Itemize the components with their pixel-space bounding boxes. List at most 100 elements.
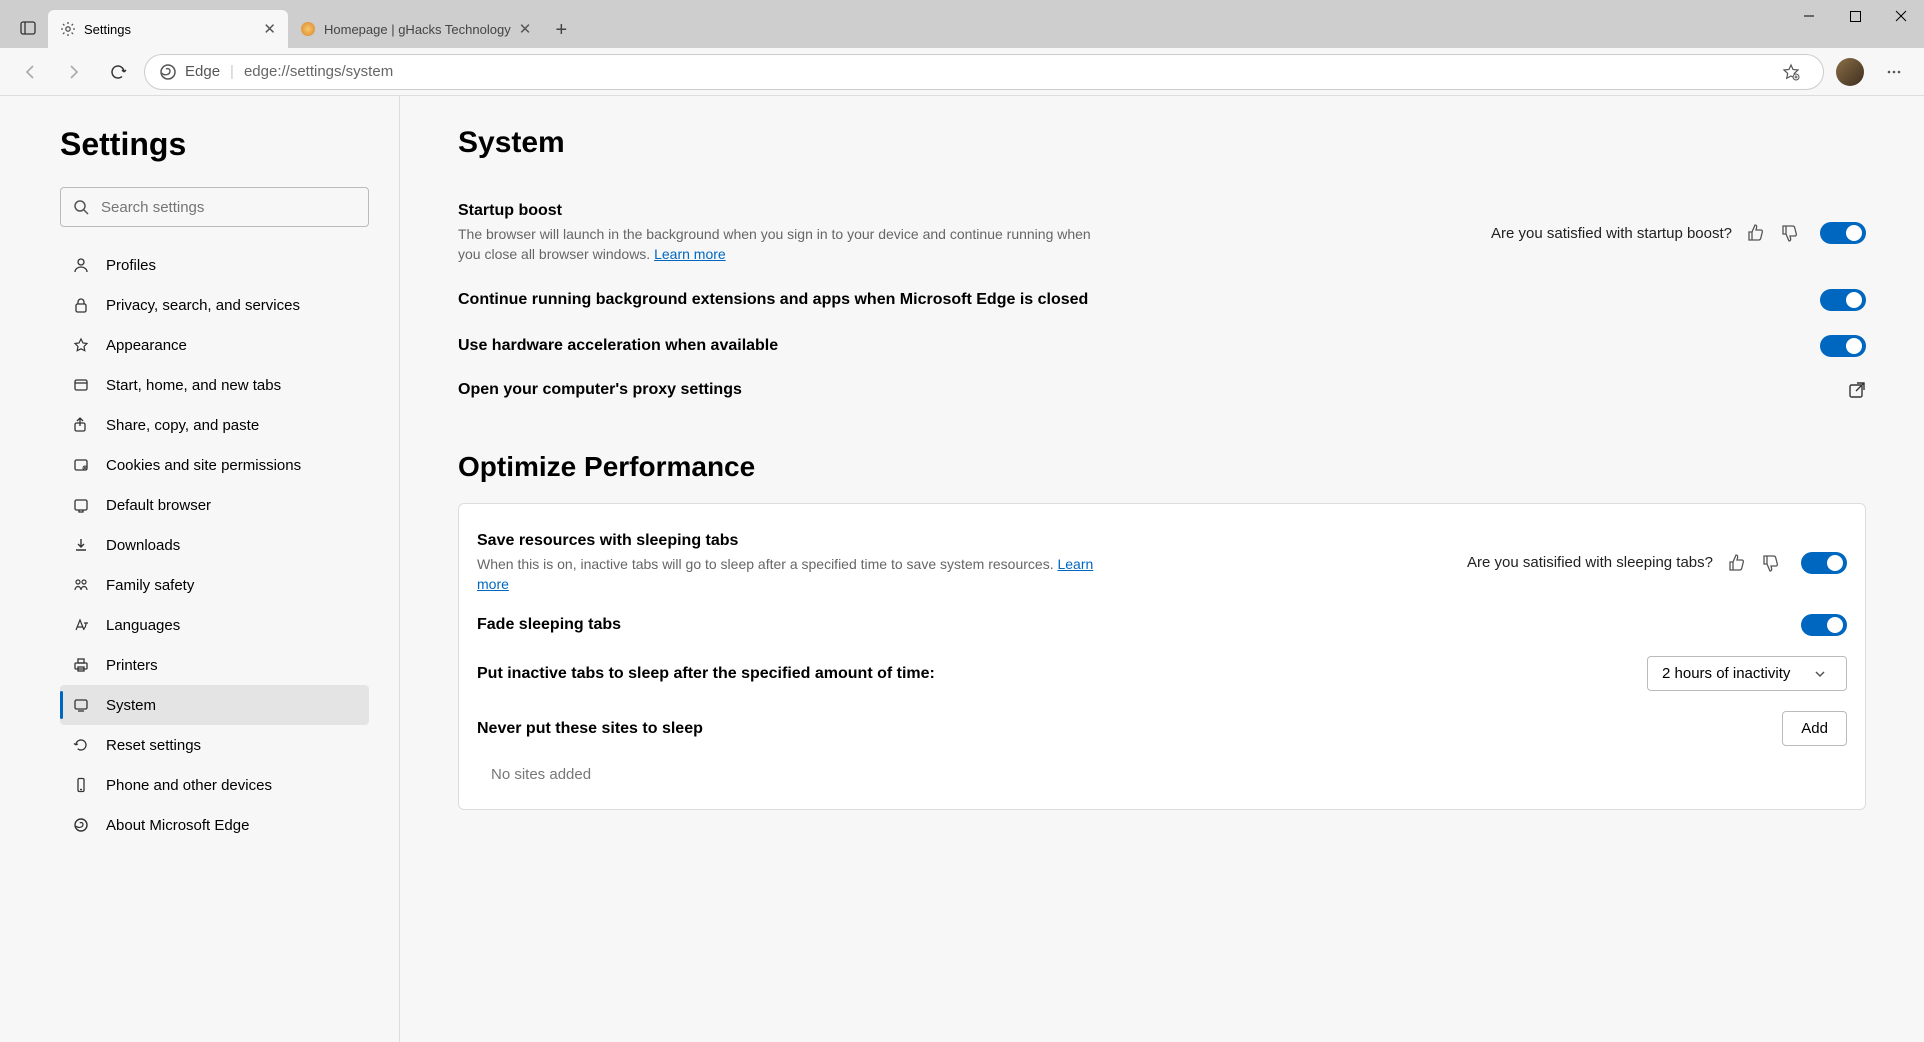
background-extensions-toggle[interactable] bbox=[1820, 289, 1866, 311]
window-minimize-button[interactable] bbox=[1786, 0, 1832, 32]
share-icon bbox=[72, 417, 90, 433]
hardware-acceleration-toggle[interactable] bbox=[1820, 335, 1866, 357]
sidebar-item-default[interactable]: Default browser bbox=[60, 485, 369, 525]
appearance-icon bbox=[72, 337, 90, 353]
setting-label: Continue running background extensions a… bbox=[458, 291, 1800, 309]
refresh-button[interactable] bbox=[100, 54, 136, 90]
privacy-icon bbox=[72, 297, 90, 313]
sidebar-item-label: Downloads bbox=[106, 537, 180, 554]
dropdown-value: 2 hours of inactivity bbox=[1662, 665, 1790, 682]
chevron-down-icon bbox=[1814, 668, 1826, 680]
setting-proxy[interactable]: Open your computer's proxy settings bbox=[458, 369, 1866, 411]
search-input[interactable] bbox=[101, 199, 356, 216]
back-button[interactable] bbox=[12, 54, 48, 90]
thumbs-down-button[interactable] bbox=[1761, 553, 1781, 573]
start-icon bbox=[72, 377, 90, 393]
setting-label: Fade sleeping tabs bbox=[477, 616, 1781, 634]
learn-more-link[interactable]: Learn more bbox=[654, 246, 726, 262]
sidebar-item-cookies[interactable]: Cookies and site permissions bbox=[60, 445, 369, 485]
new-tab-button[interactable]: + bbox=[543, 12, 579, 48]
setting-inactive-sleep-time: Put inactive tabs to sleep after the spe… bbox=[477, 646, 1847, 701]
sleep-time-dropdown[interactable]: 2 hours of inactivity bbox=[1647, 656, 1847, 691]
sidebar-item-start[interactable]: Start, home, and new tabs bbox=[60, 365, 369, 405]
optimize-performance-card: Save resources with sleeping tabs When t… bbox=[458, 503, 1866, 811]
setting-label: Put inactive tabs to sleep after the spe… bbox=[477, 665, 1627, 683]
setting-fade-sleeping-tabs: Fade sleeping tabs bbox=[477, 604, 1847, 646]
default-icon bbox=[72, 497, 90, 513]
sidebar-item-label: Start, home, and new tabs bbox=[106, 377, 281, 394]
setting-hardware-acceleration: Use hardware acceleration when available bbox=[458, 323, 1866, 369]
setting-label: Open your computer's proxy settings bbox=[458, 381, 1828, 399]
site-identity[interactable]: Edge bbox=[159, 63, 220, 81]
add-site-button[interactable]: Add bbox=[1782, 711, 1847, 746]
feedback-question: Are you satisified with sleeping tabs? bbox=[1467, 554, 1713, 571]
separator: | bbox=[230, 63, 234, 80]
setting-description: The browser will launch in the backgroun… bbox=[458, 224, 1098, 265]
settings-nav: Profiles Privacy, search, and services App… bbox=[60, 245, 369, 845]
sidebar-item-label: Phone and other devices bbox=[106, 777, 272, 794]
sidebar-item-label: Profiles bbox=[106, 257, 156, 274]
profile-button[interactable] bbox=[1832, 54, 1868, 90]
close-tab-button[interactable]: ✕ bbox=[519, 20, 532, 38]
address-bar[interactable]: Edge | edge://settings/system bbox=[144, 54, 1824, 90]
sleeping-tabs-toggle[interactable] bbox=[1801, 552, 1847, 574]
sidebar-item-languages[interactable]: Languages bbox=[60, 605, 369, 645]
tab-actions-button[interactable] bbox=[8, 8, 48, 48]
empty-sites-message: No sites added bbox=[477, 756, 1847, 783]
system-icon bbox=[72, 697, 90, 713]
protocol-label: Edge bbox=[185, 63, 220, 80]
setting-never-sleep-sites: Never put these sites to sleep Add bbox=[477, 701, 1847, 756]
window-title-bar: Settings ✕ Homepage | gHacks Technology … bbox=[0, 0, 1924, 48]
thumbs-down-button[interactable] bbox=[1780, 223, 1800, 243]
sidebar-item-phone[interactable]: Phone and other devices bbox=[60, 765, 369, 805]
sidebar-item-label: Languages bbox=[106, 617, 180, 634]
tab-ghacks[interactable]: Homepage | gHacks Technology ✕ bbox=[288, 10, 543, 48]
setting-description: When this is on, inactive tabs will go t… bbox=[477, 554, 1117, 595]
sidebar-item-label: Default browser bbox=[106, 497, 211, 514]
fade-sleeping-tabs-toggle[interactable] bbox=[1801, 614, 1847, 636]
sidebar-item-printers[interactable]: Printers bbox=[60, 645, 369, 685]
tab-settings[interactable]: Settings ✕ bbox=[48, 10, 288, 48]
sidebar-item-privacy[interactable]: Privacy, search, and services bbox=[60, 285, 369, 325]
window-maximize-button[interactable] bbox=[1832, 0, 1878, 32]
setting-label: Startup boost bbox=[458, 202, 1098, 220]
sidebar-item-label: System bbox=[106, 697, 156, 714]
sidebar-item-label: Printers bbox=[106, 657, 158, 674]
sidebar-item-family[interactable]: Family safety bbox=[60, 565, 369, 605]
section-title-system: System bbox=[458, 126, 1866, 160]
setting-label: Use hardware acceleration when available bbox=[458, 337, 1800, 355]
sidebar-item-share[interactable]: Share, copy, and paste bbox=[60, 405, 369, 445]
sidebar-item-about[interactable]: About Microsoft Edge bbox=[60, 805, 369, 845]
phone-icon bbox=[72, 777, 90, 793]
avatar bbox=[1836, 58, 1864, 86]
languages-icon bbox=[72, 617, 90, 633]
tab-title: Settings bbox=[84, 22, 131, 37]
settings-sidebar: Settings ProfilesPrivacy, search, and se… bbox=[0, 96, 400, 1042]
setting-label: Never put these sites to sleep bbox=[477, 720, 1762, 738]
tab-strip: Settings ✕ Homepage | gHacks Technology … bbox=[48, 8, 579, 48]
downloads-icon bbox=[72, 537, 90, 553]
close-tab-button[interactable]: ✕ bbox=[263, 20, 276, 38]
sidebar-item-label: Family safety bbox=[106, 577, 194, 594]
app-menu-button[interactable] bbox=[1876, 54, 1912, 90]
sidebar-item-label: Reset settings bbox=[106, 737, 201, 754]
sidebar-item-downloads[interactable]: Downloads bbox=[60, 525, 369, 565]
setting-label: Save resources with sleeping tabs bbox=[477, 532, 1117, 550]
setting-background-extensions: Continue running background extensions a… bbox=[458, 277, 1866, 323]
sidebar-item-system[interactable]: System bbox=[60, 685, 369, 725]
sidebar-item-profiles[interactable]: Profiles bbox=[60, 245, 369, 285]
startup-boost-toggle[interactable] bbox=[1820, 222, 1866, 244]
sidebar-item-label: Cookies and site permissions bbox=[106, 457, 301, 474]
sidebar-item-appearance[interactable]: Appearance bbox=[60, 325, 369, 365]
section-title-optimize: Optimize Performance bbox=[458, 451, 1866, 483]
forward-button[interactable] bbox=[56, 54, 92, 90]
settings-search[interactable] bbox=[60, 187, 369, 227]
sidebar-item-reset[interactable]: Reset settings bbox=[60, 725, 369, 765]
sidebar-item-label: Privacy, search, and services bbox=[106, 297, 300, 314]
setting-sleeping-tabs: Save resources with sleeping tabs When t… bbox=[477, 522, 1847, 605]
settings-main-panel: System Startup boost The browser will la… bbox=[400, 96, 1924, 1042]
window-close-button[interactable] bbox=[1878, 0, 1924, 32]
thumbs-up-button[interactable] bbox=[1746, 223, 1766, 243]
favorite-button[interactable] bbox=[1773, 54, 1809, 90]
thumbs-up-button[interactable] bbox=[1727, 553, 1747, 573]
